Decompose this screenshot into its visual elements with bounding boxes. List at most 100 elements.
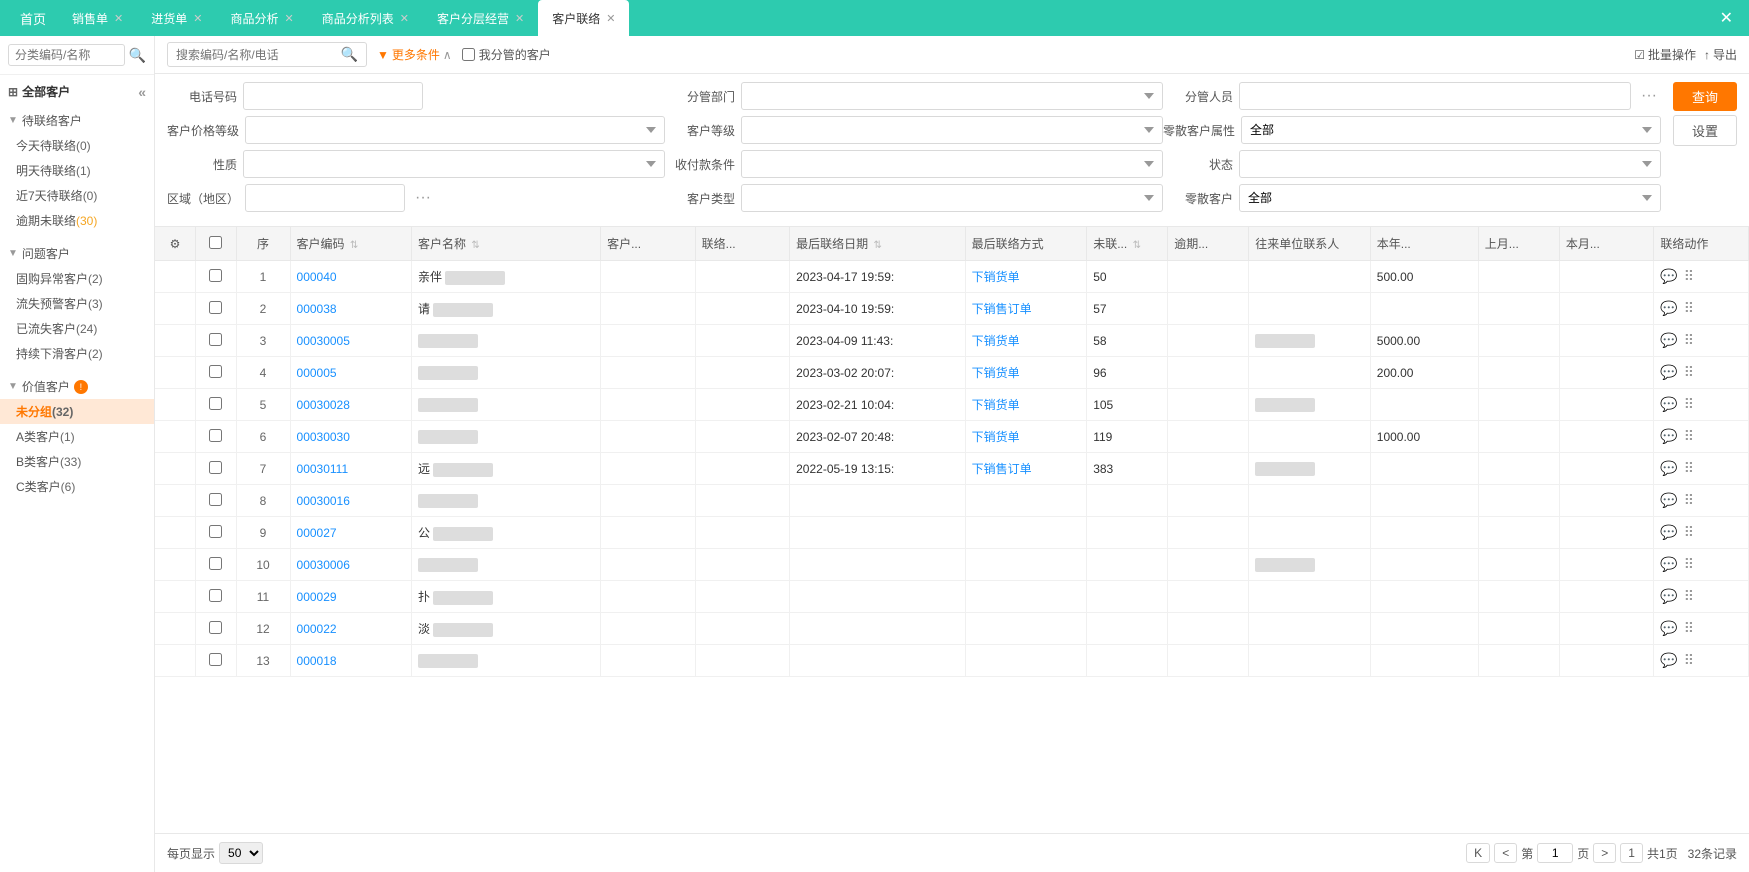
page-input[interactable] bbox=[1537, 843, 1573, 863]
th-settings[interactable]: ⚙ bbox=[155, 227, 196, 261]
row-checkbox[interactable] bbox=[209, 493, 222, 506]
sidebar-item-class-a[interactable]: A类客户(1) bbox=[0, 424, 154, 449]
sidebar-item-declining[interactable]: 持续下滑客户(2) bbox=[0, 341, 154, 366]
close-icon[interactable]: ✕ bbox=[515, 12, 524, 25]
menu-icon[interactable]: ⠿ bbox=[1684, 652, 1694, 669]
menu-icon[interactable]: ⠿ bbox=[1684, 300, 1694, 317]
customer-code-link[interactable]: 000038 bbox=[297, 302, 337, 316]
sort-icon[interactable]: ⇅ bbox=[1133, 240, 1141, 251]
sidebar-search-icon[interactable]: 🔍 bbox=[129, 47, 146, 64]
batch-op-btn[interactable]: ☑ 批量操作 bbox=[1634, 46, 1696, 63]
last-page-btn[interactable]: 1 bbox=[1620, 843, 1643, 863]
chat-icon[interactable]: 💬 bbox=[1660, 428, 1677, 445]
sidebar-item-ungroup[interactable]: 未分组(32) bbox=[0, 399, 154, 424]
export-btn[interactable]: ↑ 导出 bbox=[1704, 46, 1737, 63]
prev-page-btn[interactable]: < bbox=[1494, 843, 1517, 863]
chat-icon[interactable]: 💬 bbox=[1660, 620, 1677, 637]
menu-icon[interactable]: ⠿ bbox=[1684, 492, 1694, 509]
last-way-link[interactable]: 下销售订单 bbox=[972, 302, 1032, 316]
row-checkbox[interactable] bbox=[209, 397, 222, 410]
customer-code-link[interactable]: 000005 bbox=[297, 366, 337, 380]
tab-analysis-list[interactable]: 商品分析列表 ✕ bbox=[308, 0, 423, 36]
sidebar-item-overdue[interactable]: 逾期未联络(30) bbox=[0, 208, 154, 233]
last-way-link[interactable]: 下销货单 bbox=[972, 366, 1020, 380]
menu-icon[interactable]: ⠿ bbox=[1684, 268, 1694, 285]
chat-icon[interactable]: 💬 bbox=[1660, 332, 1677, 349]
collapse-icon[interactable]: « bbox=[138, 84, 146, 100]
row-checkbox[interactable] bbox=[209, 333, 222, 346]
row-checkbox[interactable] bbox=[209, 461, 222, 474]
dots-icon[interactable]: ··· bbox=[1637, 87, 1661, 105]
dots-icon2[interactable]: ··· bbox=[411, 189, 435, 207]
sort-icon[interactable]: ⇅ bbox=[471, 240, 479, 251]
menu-icon[interactable]: ⠿ bbox=[1684, 396, 1694, 413]
sidebar-item-class-b[interactable]: B类客户(33) bbox=[0, 449, 154, 474]
customer-code-link[interactable]: 00030006 bbox=[297, 558, 350, 572]
customer-code-link[interactable]: 00030016 bbox=[297, 494, 350, 508]
chat-icon[interactable]: 💬 bbox=[1660, 492, 1677, 509]
first-page-btn[interactable]: K bbox=[1466, 843, 1490, 863]
last-way-link[interactable]: 下销售订单 bbox=[972, 462, 1032, 476]
menu-icon[interactable]: ⠿ bbox=[1684, 428, 1694, 445]
all-customers-title[interactable]: ⊞ 全部客户 « bbox=[0, 75, 154, 104]
chat-icon[interactable]: 💬 bbox=[1660, 300, 1677, 317]
customer-code-link[interactable]: 00030111 bbox=[297, 462, 349, 476]
chat-icon[interactable]: 💬 bbox=[1660, 364, 1677, 381]
row-checkbox[interactable] bbox=[209, 621, 222, 634]
last-way-link[interactable]: 下销货单 bbox=[972, 430, 1020, 444]
row-checkbox[interactable] bbox=[209, 525, 222, 538]
reset-button[interactable]: 设置 bbox=[1673, 115, 1737, 146]
chat-icon[interactable]: 💬 bbox=[1660, 588, 1677, 605]
customer-code-link[interactable]: 00030005 bbox=[297, 334, 350, 348]
close-icon[interactable]: ✕ bbox=[606, 12, 615, 25]
sidebar-item-7days[interactable]: 近7天待联络(0) bbox=[0, 183, 154, 208]
customer-code-link[interactable]: 00030030 bbox=[297, 430, 350, 444]
filter-person-input[interactable] bbox=[1239, 82, 1631, 110]
sidebar-item-churn-warn[interactable]: 流失预警客户(3) bbox=[0, 291, 154, 316]
search-icon[interactable]: 🔍 bbox=[341, 46, 358, 63]
row-checkbox[interactable] bbox=[209, 269, 222, 282]
group-problem-title[interactable]: ▼ 问题客户 bbox=[0, 241, 154, 266]
filter-zero-attr-select[interactable]: 全部 bbox=[1241, 116, 1661, 144]
chat-icon[interactable]: 💬 bbox=[1660, 396, 1677, 413]
customer-code-link[interactable]: 00030028 bbox=[297, 398, 350, 412]
customer-code-link[interactable]: 000029 bbox=[297, 590, 337, 604]
close-icon[interactable]: ✕ bbox=[193, 12, 202, 25]
menu-icon[interactable]: ⠿ bbox=[1684, 620, 1694, 637]
row-checkbox[interactable] bbox=[209, 365, 222, 378]
per-page-select[interactable]: 50 bbox=[219, 842, 263, 864]
sidebar-item-churned[interactable]: 已流失客户(24) bbox=[0, 316, 154, 341]
query-button[interactable]: 查询 bbox=[1673, 82, 1737, 111]
menu-icon[interactable]: ⠿ bbox=[1684, 460, 1694, 477]
customer-code-link[interactable]: 000022 bbox=[297, 622, 337, 636]
chat-icon[interactable]: 💬 bbox=[1660, 652, 1677, 669]
customer-code-link[interactable]: 000040 bbox=[297, 270, 337, 284]
filter-cust-level-select[interactable] bbox=[741, 116, 1163, 144]
customer-code-link[interactable]: 000027 bbox=[297, 526, 337, 540]
next-page-btn[interactable]: > bbox=[1593, 843, 1616, 863]
filter-price-select[interactable] bbox=[245, 116, 665, 144]
group-pending-title[interactable]: ▼ 待联络客户 bbox=[0, 108, 154, 133]
filter-area-input[interactable] bbox=[245, 184, 405, 212]
search-input[interactable] bbox=[176, 48, 337, 62]
sidebar-item-class-c[interactable]: C类客户(6) bbox=[0, 474, 154, 499]
filter-zero-cust-select[interactable]: 全部 bbox=[1239, 184, 1661, 212]
last-way-link[interactable]: 下销货单 bbox=[972, 270, 1020, 284]
menu-icon[interactable]: ⠿ bbox=[1684, 556, 1694, 573]
row-checkbox[interactable] bbox=[209, 557, 222, 570]
chat-icon[interactable]: 💬 bbox=[1660, 556, 1677, 573]
window-close-icon[interactable]: ✕ bbox=[1712, 8, 1741, 28]
my-customer-checkbox[interactable] bbox=[462, 48, 475, 61]
settings-icon[interactable]: ⚙ bbox=[170, 237, 181, 251]
sort-icon[interactable]: ⇅ bbox=[350, 240, 358, 251]
filter-status-select[interactable] bbox=[1239, 150, 1661, 178]
sidebar-item-tomorrow[interactable]: 明天待联络(1) bbox=[0, 158, 154, 183]
row-checkbox[interactable] bbox=[209, 301, 222, 314]
row-checkbox[interactable] bbox=[209, 429, 222, 442]
menu-icon[interactable]: ⠿ bbox=[1684, 332, 1694, 349]
tab-sales[interactable]: 销售单 ✕ bbox=[58, 0, 137, 36]
close-icon[interactable]: ✕ bbox=[114, 12, 123, 25]
sort-icon[interactable]: ⇅ bbox=[873, 240, 881, 251]
menu-icon[interactable]: ⠿ bbox=[1684, 524, 1694, 541]
chat-icon[interactable]: 💬 bbox=[1660, 524, 1677, 541]
